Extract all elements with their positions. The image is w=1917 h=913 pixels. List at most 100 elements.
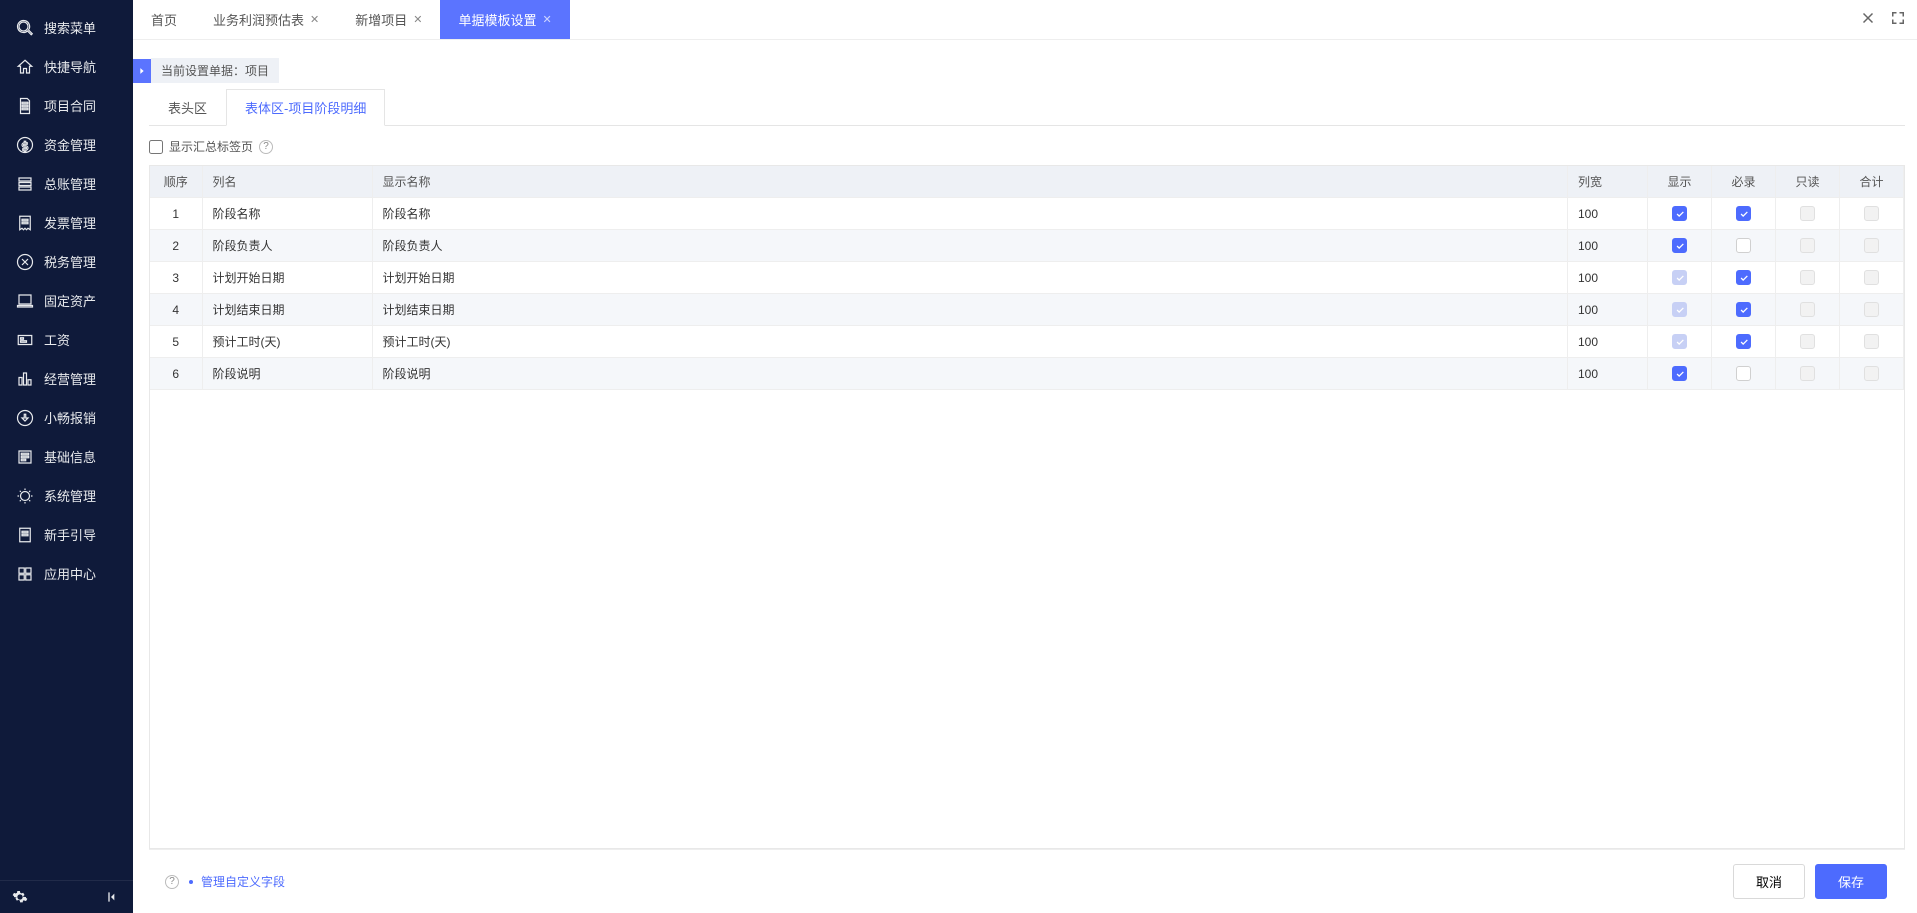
th-width: 列宽 (1568, 166, 1648, 198)
sidebar-item-9[interactable]: 经营管理 (0, 359, 133, 398)
sidebar-item-3[interactable]: 资金管理 (0, 125, 133, 164)
tabsbar: 首页业务利润预估表✕新增项目✕单据模板设置✕ (133, 0, 1917, 40)
inner-tabs: 表头区表体区-项目阶段明细 (149, 89, 1905, 126)
cell-width[interactable]: 100 (1568, 262, 1648, 294)
config-table: 顺序 列名 显示名称 列宽 显示 必录 只读 合计 1阶段名称阶段名称1002阶… (150, 166, 1904, 390)
chk-req[interactable] (1736, 238, 1751, 253)
cancel-button[interactable]: 取消 (1733, 864, 1805, 899)
collapse-icon[interactable] (105, 889, 121, 905)
sidebar-item-label: 税务管理 (44, 252, 96, 271)
expense-icon (16, 409, 34, 427)
sidebar-item-0[interactable]: 搜索菜单 (0, 8, 133, 47)
help-icon[interactable]: ? (259, 140, 273, 154)
save-button[interactable]: 保存 (1815, 864, 1887, 899)
cell-width[interactable]: 100 (1568, 294, 1648, 326)
sidebar-item-label: 应用中心 (44, 564, 96, 583)
close-all-icon[interactable] (1859, 9, 1877, 30)
chk-show (1672, 270, 1687, 285)
manage-custom-fields-link[interactable]: 管理自定义字段 (185, 873, 285, 890)
tab-close-icon[interactable]: ✕ (543, 13, 552, 26)
sidebar-item-label: 经营管理 (44, 369, 96, 388)
sidebar-item-label: 总账管理 (44, 174, 96, 193)
table-row[interactable]: 5预计工时(天)预计工时(天)100 (150, 326, 1904, 358)
cell-disp[interactable]: 阶段说明 (372, 358, 1568, 390)
sidebar-item-1[interactable]: 快捷导航 (0, 47, 133, 86)
th-show: 显示 (1648, 166, 1712, 198)
table-row[interactable]: 4计划结束日期计划结束日期100 (150, 294, 1904, 326)
sidebar-item-10[interactable]: 小畅报销 (0, 398, 133, 437)
cell-col: 阶段说明 (202, 358, 372, 390)
chk-req[interactable] (1736, 366, 1751, 381)
cell-disp[interactable]: 阶段负责人 (372, 230, 1568, 262)
chk-sum (1864, 270, 1879, 285)
chk-req[interactable] (1736, 206, 1751, 221)
search-icon (16, 19, 34, 37)
cell-col: 预计工时(天) (202, 326, 372, 358)
money-icon (16, 136, 34, 154)
gear-icon[interactable] (12, 889, 28, 905)
cell-seq: 5 (150, 326, 202, 358)
tab-label: 新增项目 (355, 10, 407, 29)
tab-1[interactable]: 业务利润预估表 ✕ (195, 0, 337, 39)
sidebar-item-label: 工资 (44, 330, 70, 349)
tab-2[interactable]: 新增项目 ✕ (337, 0, 440, 39)
sidebar-item-2[interactable]: 项目合同 (0, 86, 133, 125)
tab-close-icon[interactable]: ✕ (413, 13, 422, 26)
cell-width[interactable]: 100 (1568, 358, 1648, 390)
info-icon (16, 448, 34, 466)
cell-disp[interactable]: 阶段名称 (372, 198, 1568, 230)
cell-disp[interactable]: 预计工时(天) (372, 326, 1568, 358)
chk-req[interactable] (1736, 270, 1751, 285)
table-row[interactable]: 6阶段说明阶段说明100 (150, 358, 1904, 390)
sidebar-item-14[interactable]: 应用中心 (0, 554, 133, 593)
sidebar-item-13[interactable]: 新手引导 (0, 515, 133, 554)
tab-label: 业务利润预估表 (213, 10, 304, 29)
sidebar-item-5[interactable]: 发票管理 (0, 203, 133, 242)
tab-close-icon[interactable]: ✕ (310, 13, 319, 26)
th-col: 列名 (202, 166, 372, 198)
home-icon (16, 58, 34, 76)
context-expand-handle[interactable] (133, 59, 151, 83)
context-row: 当前设置单据：项目 (133, 58, 1905, 83)
cell-disp[interactable]: 计划开始日期 (372, 262, 1568, 294)
tab-3[interactable]: 单据模板设置✕ (440, 0, 569, 39)
table-row[interactable]: 1阶段名称阶段名称100 (150, 198, 1904, 230)
help-icon[interactable]: ? (165, 875, 179, 889)
sidebar-item-8[interactable]: 工资 (0, 320, 133, 359)
chk-ro (1800, 302, 1815, 317)
th-ro: 只读 (1776, 166, 1840, 198)
chk-show (1672, 302, 1687, 317)
table-row[interactable]: 3计划开始日期计划开始日期100 (150, 262, 1904, 294)
cell-seq: 3 (150, 262, 202, 294)
chk-req[interactable] (1736, 334, 1751, 349)
sidebar-item-4[interactable]: 总账管理 (0, 164, 133, 203)
cell-seq: 1 (150, 198, 202, 230)
fullscreen-icon[interactable] (1889, 9, 1907, 30)
cell-width[interactable]: 100 (1568, 198, 1648, 230)
chk-show[interactable] (1672, 238, 1687, 253)
inner-tab-1[interactable]: 表体区-项目阶段明细 (226, 89, 385, 126)
chk-show[interactable] (1672, 206, 1687, 221)
sidebar-item-label: 资金管理 (44, 135, 96, 154)
sidebar-item-label: 固定资产 (44, 291, 96, 310)
sidebar-item-7[interactable]: 固定资产 (0, 281, 133, 320)
summary-checkbox[interactable] (149, 140, 163, 154)
inner-tab-0[interactable]: 表头区 (149, 89, 226, 125)
table-row[interactable]: 2阶段负责人阶段负责人100 (150, 230, 1904, 262)
chk-ro (1800, 334, 1815, 349)
sidebar-item-12[interactable]: 系统管理 (0, 476, 133, 515)
cell-width[interactable]: 100 (1568, 326, 1648, 358)
system-icon (16, 487, 34, 505)
tab-label: 首页 (151, 10, 177, 29)
sidebar-item-11[interactable]: 基础信息 (0, 437, 133, 476)
sidebar-item-label: 小畅报销 (44, 408, 96, 427)
sidebar-footer (0, 880, 133, 913)
cell-col: 计划结束日期 (202, 294, 372, 326)
tab-0[interactable]: 首页 (133, 0, 195, 39)
cell-disp[interactable]: 计划结束日期 (372, 294, 1568, 326)
sidebar-item-6[interactable]: 税务管理 (0, 242, 133, 281)
chk-show[interactable] (1672, 366, 1687, 381)
cell-width[interactable]: 100 (1568, 230, 1648, 262)
chk-req[interactable] (1736, 302, 1751, 317)
th-req: 必录 (1712, 166, 1776, 198)
